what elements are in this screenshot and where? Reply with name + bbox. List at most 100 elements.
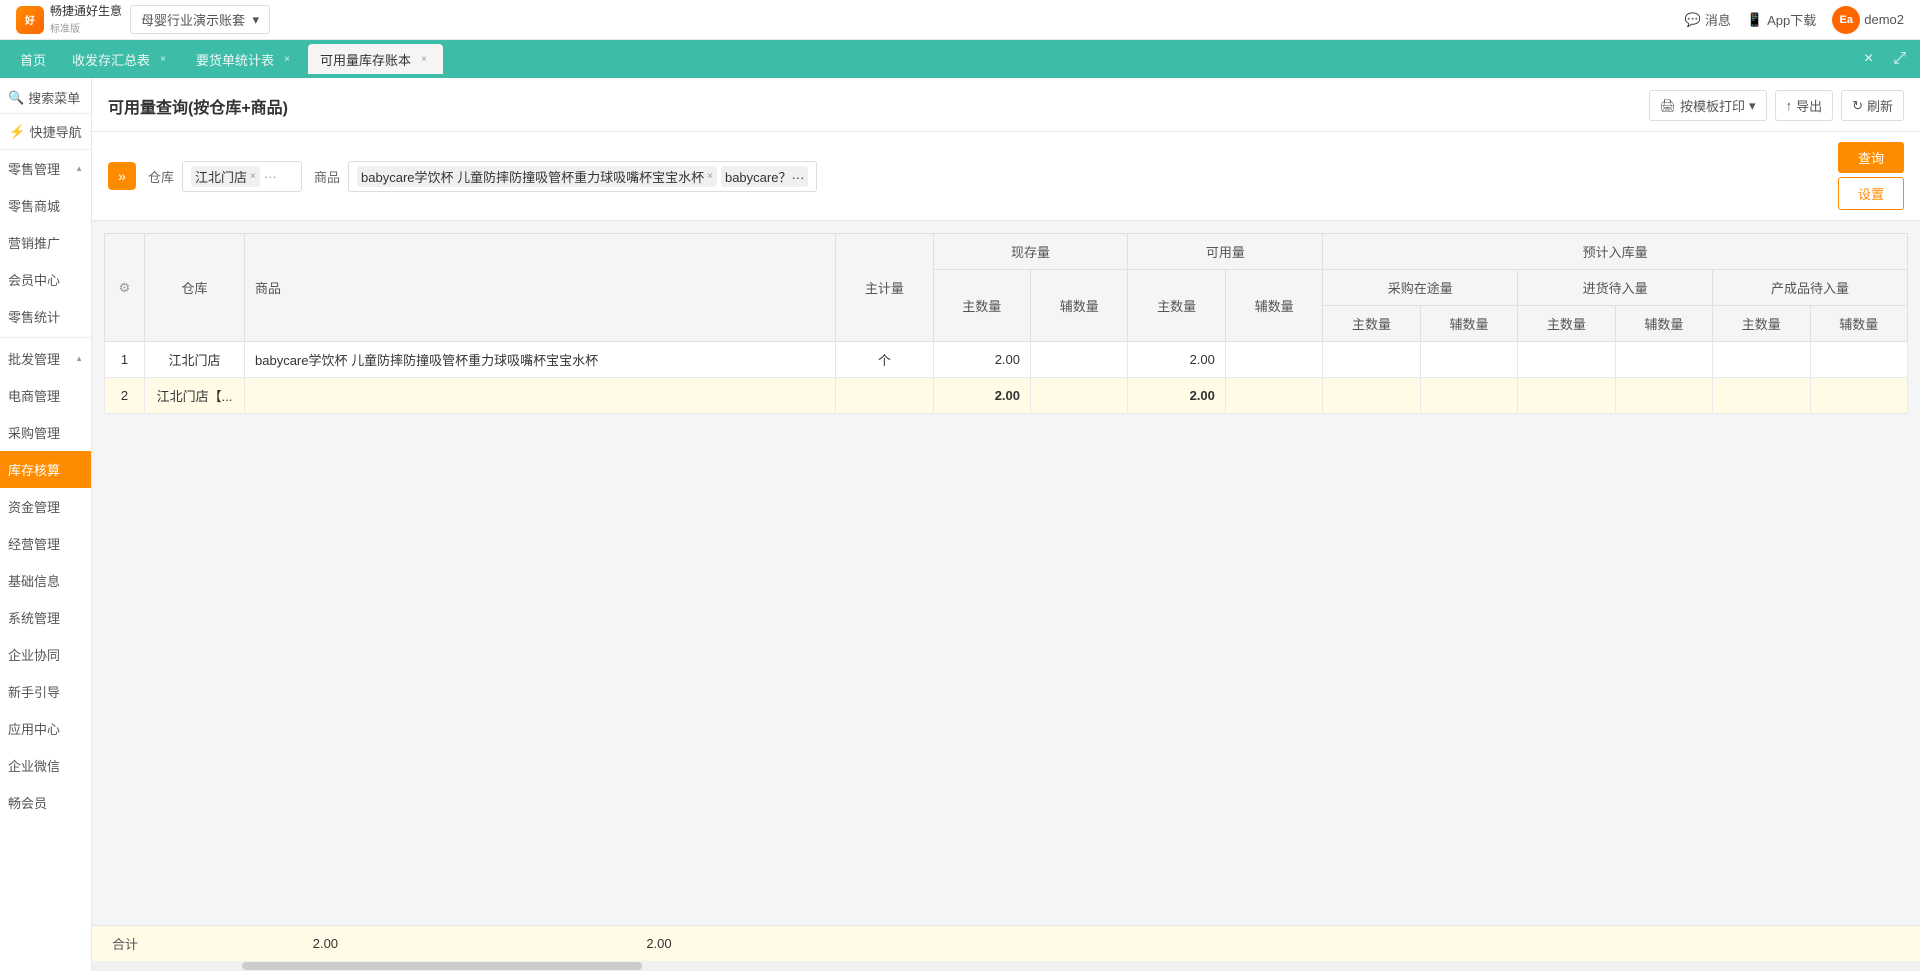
- sidebar-item-member[interactable]: 会员中心: [0, 261, 91, 298]
- warehouse-tag-close[interactable]: ×: [250, 171, 256, 182]
- cell-prd-aux-1: [1810, 342, 1907, 378]
- product-filter-tag2: babycare？···: [721, 166, 808, 187]
- tab-available-label: 可用量库存账本: [320, 50, 411, 69]
- sidebar-item-appcenter[interactable]: 应用中心: [0, 710, 91, 747]
- settings-button[interactable]: 设置: [1838, 177, 1904, 210]
- footer-avail-main: 2.00: [576, 936, 743, 951]
- cell-avail-main-2: 2.00: [1128, 378, 1225, 414]
- sidebar-item-wholesale[interactable]: 批发管理: [0, 340, 91, 377]
- cell-seq-2: 2: [105, 378, 145, 414]
- sidebar-item-finance[interactable]: 资金管理: [0, 488, 91, 525]
- main-layout: 🔍 搜索菜单 ⚡ 快捷导航 零售管理 零售商城 营销推广 会员中心 零售统计 批…: [0, 78, 1920, 971]
- download-icon: 📱: [1747, 12, 1763, 28]
- tab-available[interactable]: 可用量库存账本 ×: [308, 44, 443, 74]
- th-stock-main: 主数量: [933, 270, 1030, 342]
- query-button[interactable]: 查询: [1838, 142, 1904, 173]
- sidebar-item-retail-store[interactable]: 零售商城: [0, 187, 91, 224]
- footer-pp-main: [1243, 936, 1410, 951]
- export-button[interactable]: ↑ 导出: [1775, 90, 1834, 121]
- template-print-button[interactable]: 🖨 按模板打印 ▾: [1649, 90, 1767, 121]
- sidebar-item-operations[interactable]: 经营管理: [0, 525, 91, 562]
- refresh-button[interactable]: ↻ 刷新: [1841, 90, 1904, 121]
- warehouse-more[interactable]: ···: [264, 169, 277, 184]
- search-label: 搜索菜单: [28, 88, 80, 107]
- tab-collect-close[interactable]: ×: [156, 52, 170, 66]
- table-row: 2 江北门店【... 2.00 2.00: [105, 378, 1908, 414]
- scroll-thumb[interactable]: [242, 962, 642, 970]
- cell-prd-main-1: [1713, 342, 1810, 378]
- footer-pt-aux: [1076, 936, 1243, 951]
- th-purchase-pending: 进货待入量: [1518, 270, 1713, 306]
- table-container[interactable]: ⚙ 仓库 商品 主计量 现存量: [92, 221, 1920, 925]
- th-prod-pending: 产成品待入量: [1713, 270, 1908, 306]
- tab-close-btn[interactable]: ×: [1858, 48, 1879, 70]
- tab-order-stat-close[interactable]: ×: [280, 52, 294, 66]
- sidebar-item-basics[interactable]: 基础信息: [0, 562, 91, 599]
- th-unit: 主计量: [836, 234, 933, 342]
- gear-icon[interactable]: ⚙: [119, 280, 131, 296]
- cell-pp-aux-2: [1615, 378, 1712, 414]
- sidebar-item-retail-stat[interactable]: 零售统计: [0, 298, 91, 335]
- footer-label: 合计: [102, 934, 242, 953]
- footer-prd-aux: [1743, 936, 1910, 951]
- th-avail-aux: 辅数量: [1225, 270, 1322, 342]
- sidebar-item-enterprise[interactable]: 企业协同: [0, 636, 91, 673]
- warehouse-filter-input[interactable]: 江北门店 × ···: [182, 161, 302, 192]
- cell-unit-1: 个: [836, 342, 933, 378]
- sidebar-item-purchase[interactable]: 采购管理: [0, 414, 91, 451]
- user-profile[interactable]: Ea demo2: [1832, 6, 1904, 34]
- filter-warehouse-group: 仓库 江北门店 × ···: [148, 161, 302, 192]
- product-filter-input[interactable]: babycare学饮杯 儿童防摔防撞吸管杯重力球吸嘴杯宝宝水杯 × babyca…: [348, 161, 817, 192]
- cell-stock-main-1: 2.00: [933, 342, 1030, 378]
- sidebar-item-wechat[interactable]: 企业微信: [0, 747, 91, 784]
- th-current-stock: 现存量: [933, 234, 1128, 270]
- sidebar-item-member2[interactable]: 畅会员: [0, 784, 91, 821]
- footer-pt-main: [909, 936, 1076, 951]
- message-action[interactable]: 💬 消息: [1685, 10, 1731, 29]
- page-header-actions: 🖨 按模板打印 ▾ ↑ 导出 ↻ 刷新: [1649, 90, 1905, 131]
- tab-bar: 首页 收发存汇总表 × 要货单统计表 × 可用量库存账本 × × ⤢: [0, 40, 1920, 78]
- th-gear: ⚙: [105, 234, 145, 342]
- cell-seq-1: 1: [105, 342, 145, 378]
- tab-available-close[interactable]: ×: [417, 52, 431, 66]
- industry-selector[interactable]: 母婴行业演示账套 ▾: [130, 5, 270, 34]
- filter-product-group: 商品 babycare学饮杯 儿童防摔防撞吸管杯重力球吸嘴杯宝宝水杯 × bab…: [314, 161, 817, 192]
- tab-order-stat[interactable]: 要货单统计表 ×: [184, 44, 306, 74]
- cell-pp-main-1: [1518, 342, 1615, 378]
- cell-pp-aux-1: [1615, 342, 1712, 378]
- sidebar-search[interactable]: 🔍 搜索菜单: [0, 78, 91, 114]
- tab-expand-btn[interactable]: ⤢: [1887, 48, 1912, 70]
- tab-home[interactable]: 首页: [8, 44, 58, 74]
- sidebar-item-marketing[interactable]: 营销推广: [0, 224, 91, 261]
- cell-pt-main-2: [1323, 378, 1420, 414]
- template-print-label: 按模板打印: [1680, 96, 1745, 115]
- th-forecast-in: 预计入库量: [1323, 234, 1908, 270]
- horizontal-scrollbar[interactable]: [92, 961, 1920, 971]
- th-pp-main: 主数量: [1518, 306, 1615, 342]
- sidebar-item-ecommerce[interactable]: 电商管理: [0, 377, 91, 414]
- tab-home-label: 首页: [20, 50, 46, 69]
- cell-avail-aux-2: [1225, 378, 1322, 414]
- warehouse-filter-label: 仓库: [148, 167, 174, 186]
- tab-collect[interactable]: 收发存汇总表 ×: [60, 44, 182, 74]
- cell-stock-aux-2: [1031, 378, 1128, 414]
- sidebar-item-retail-mgmt[interactable]: 零售管理: [0, 150, 91, 187]
- sidebar: 🔍 搜索菜单 ⚡ 快捷导航 零售管理 零售商城 营销推广 会员中心 零售统计 批…: [0, 78, 92, 971]
- table-footer: 合计 2.00 2.00: [92, 925, 1920, 961]
- sidebar-quick-nav[interactable]: ⚡ 快捷导航: [0, 114, 91, 150]
- logo-sub: 标准版: [50, 20, 122, 35]
- search-icon: 🔍: [8, 90, 24, 106]
- cell-pp-main-2: [1518, 378, 1615, 414]
- product-tag1-close[interactable]: ×: [707, 171, 713, 182]
- footer-stock-main: 2.00: [242, 936, 409, 951]
- logo-text: 畅捷通好生意: [50, 4, 122, 20]
- sidebar-item-newguide[interactable]: 新手引导: [0, 673, 91, 710]
- filter-toggle[interactable]: »: [108, 162, 136, 190]
- cell-avail-aux-1: [1225, 342, 1322, 378]
- user-name: demo2: [1864, 12, 1904, 27]
- sidebar-item-inventory[interactable]: 库存核算: [0, 451, 91, 488]
- sidebar-item-system[interactable]: 系统管理: [0, 599, 91, 636]
- cell-pt-aux-2: [1420, 378, 1517, 414]
- logo-text-area: 畅捷通好生意 标准版: [50, 4, 122, 35]
- app-download-action[interactable]: 📱 App下载: [1747, 10, 1816, 29]
